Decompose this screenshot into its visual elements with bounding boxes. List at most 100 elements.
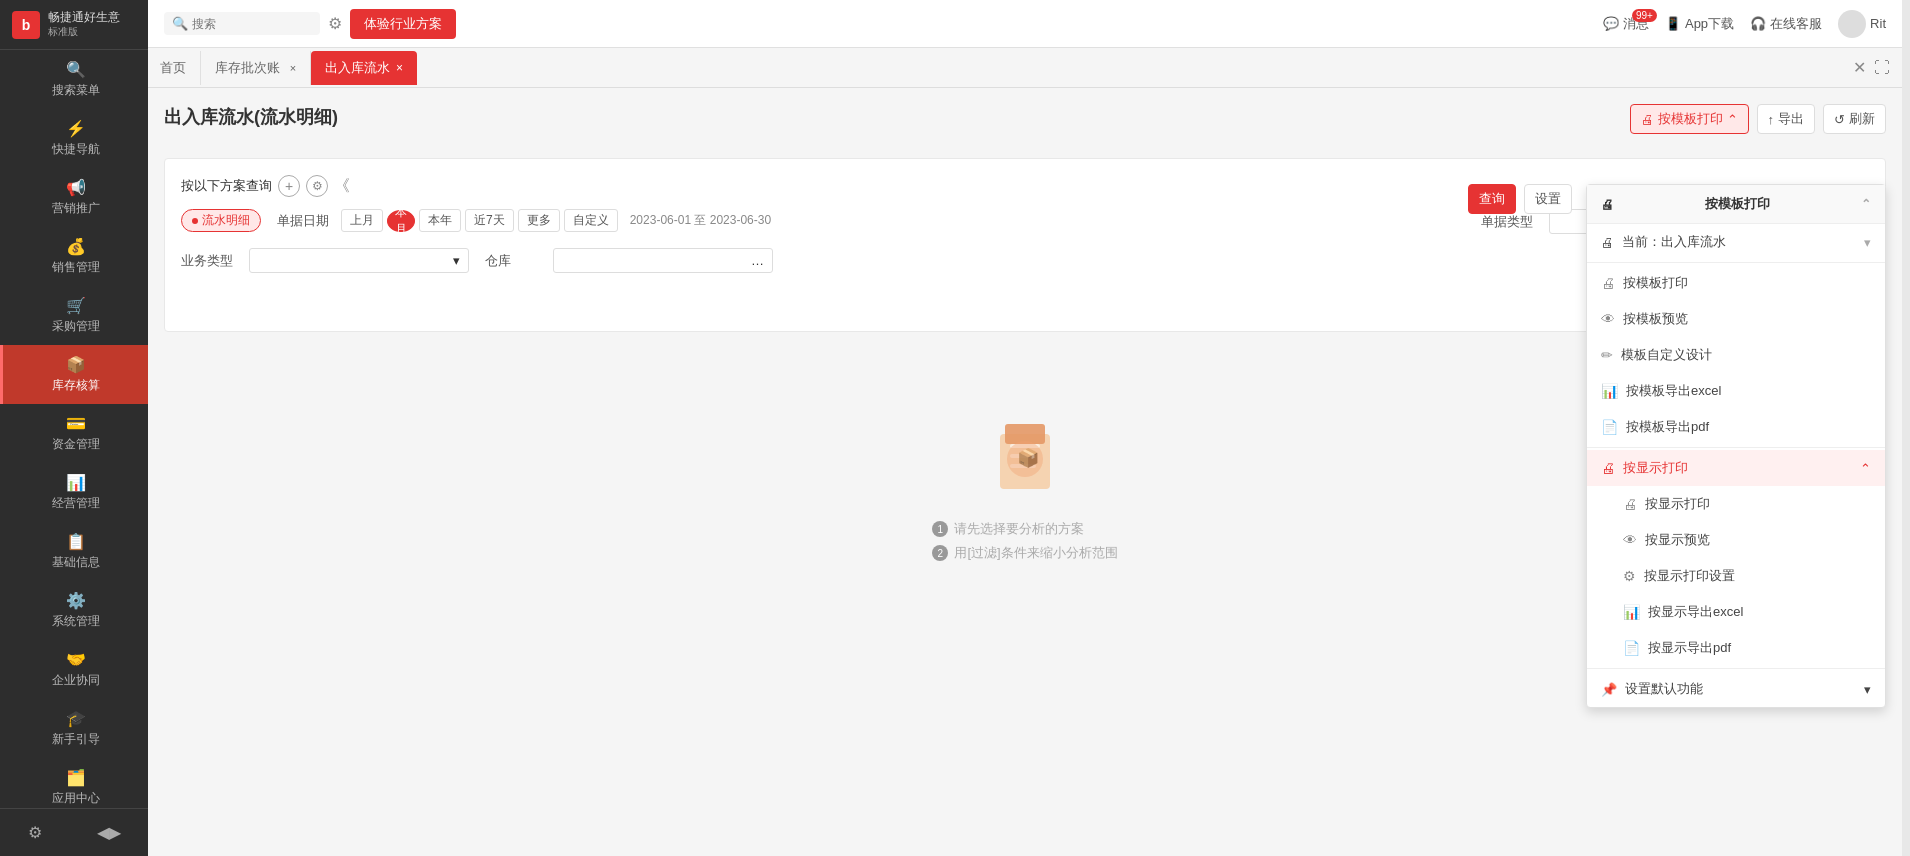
warehouse-more-icon: … bbox=[751, 253, 764, 268]
window-controls: ✕ ⛶ bbox=[1853, 58, 1890, 77]
sidebar-item-sales[interactable]: 💰 销售管理 bbox=[0, 227, 148, 286]
sidebar-bottom: ⚙ ◀▶ bbox=[0, 808, 148, 856]
sidebar-item-enterprise[interactable]: 🤝 企业协同 bbox=[0, 640, 148, 699]
step-2-text: 用[过滤]条件来缩小分析范围 bbox=[954, 544, 1117, 562]
svg-text:📦: 📦 bbox=[1017, 447, 1040, 469]
print-template-button[interactable]: 🖨 按模板打印 ⌃ bbox=[1630, 104, 1749, 134]
dropdown-current[interactable]: 🖨 当前：出入库流水 ▾ bbox=[1587, 224, 1885, 260]
header-search-box[interactable]: 🔍 bbox=[164, 12, 320, 35]
tab-flow-close[interactable]: × bbox=[396, 61, 403, 75]
template-preview-label: 按模板预览 bbox=[1623, 310, 1688, 328]
sidebar-item-system[interactable]: ⚙️ 系统管理 bbox=[0, 581, 148, 640]
filter-settings-button[interactable]: ⚙ bbox=[306, 175, 328, 197]
template-excel-label: 按模板导出excel bbox=[1626, 382, 1721, 400]
tab-flow[interactable]: 出入库流水 × bbox=[311, 51, 417, 85]
tab-batch-close[interactable]: × bbox=[290, 62, 296, 74]
system-icon: ⚙️ bbox=[66, 591, 86, 610]
filter-collapse-icon[interactable]: 《 bbox=[334, 176, 350, 197]
dropdown-template-preview[interactable]: 👁 按模板预览 bbox=[1587, 301, 1885, 337]
date-label: 单据日期 bbox=[277, 212, 337, 230]
divider-1 bbox=[1587, 262, 1885, 263]
display-section-header[interactable]: 🖨 按显示打印 ⌃ bbox=[1587, 450, 1885, 486]
empty-step-1: 1 请先选择要分析的方案 bbox=[932, 520, 1117, 538]
filter-query-label: 按以下方案查询 + ⚙ 《 bbox=[181, 175, 350, 197]
dropdown-current-label: 当前：出入库流水 bbox=[1622, 233, 1726, 251]
template-print-icon: 🖨 bbox=[1601, 275, 1615, 291]
dropdown-template-customize[interactable]: ✏ 模板自定义设计 bbox=[1587, 337, 1885, 373]
dropdown-title: 按模板打印 bbox=[1705, 195, 1770, 213]
date-7days[interactable]: 近7天 bbox=[465, 209, 514, 232]
dropdown-display-pdf[interactable]: 📄 按显示导出pdf bbox=[1587, 630, 1885, 666]
date-prev-month[interactable]: 上月 bbox=[341, 209, 383, 232]
brand-sub: 标准版 bbox=[48, 25, 120, 39]
right-scrollbar[interactable] bbox=[1902, 0, 1910, 856]
dropdown-template-excel[interactable]: 📊 按模板导出excel bbox=[1587, 373, 1885, 409]
message-badge[interactable]: 💬 消息 99+ bbox=[1603, 15, 1649, 33]
dropdown-default-setting[interactable]: 📌 设置默认功能 ▾ bbox=[1587, 671, 1885, 707]
step-2-number: 2 bbox=[932, 545, 948, 561]
sidebar-item-basic[interactable]: 📋 基础信息 bbox=[0, 522, 148, 581]
setting-arrow: ▾ bbox=[1864, 682, 1871, 697]
query-button[interactable]: 查询 bbox=[1468, 184, 1516, 214]
app-download[interactable]: 📱 App下载 bbox=[1665, 15, 1734, 33]
sidebar-item-label-system: 系统管理 bbox=[52, 613, 100, 630]
purchase-icon: 🛒 bbox=[66, 296, 86, 315]
sidebar-item-label-purchase: 采购管理 bbox=[52, 318, 100, 335]
dropdown-display-excel[interactable]: 📊 按显示导出excel bbox=[1587, 594, 1885, 630]
top-action-bar: 🖨 按模板打印 ⌃ ↑ 导出 ↺ 刷新 bbox=[1630, 104, 1887, 134]
business-type-label: 业务类型 bbox=[181, 252, 241, 270]
username-label: Rit bbox=[1870, 16, 1886, 31]
display-settings-label: 按显示打印设置 bbox=[1644, 567, 1735, 585]
close-window-icon[interactable]: ✕ bbox=[1853, 58, 1866, 77]
headset-icon: 🎧 bbox=[1750, 16, 1766, 31]
gear-icon[interactable]: ⚙ bbox=[328, 14, 342, 33]
dropdown-template-pdf[interactable]: 📄 按模板导出pdf bbox=[1587, 409, 1885, 445]
business-type-select[interactable]: ▾ bbox=[249, 248, 469, 273]
dropdown-display-settings[interactable]: ⚙ 按显示打印设置 bbox=[1587, 558, 1885, 594]
sidebar-item-appstore[interactable]: 🗂️ 应用中心 bbox=[0, 758, 148, 808]
sidebar-item-operation[interactable]: 📊 经营管理 bbox=[0, 463, 148, 522]
settings-bottom-icon[interactable]: ⚙ bbox=[24, 819, 46, 846]
date-current-month[interactable]: 本月 bbox=[387, 210, 415, 232]
warehouse-select[interactable]: … bbox=[553, 248, 773, 273]
template-print-label: 按模板打印 bbox=[1623, 274, 1688, 292]
current-arrow: ▾ bbox=[1864, 235, 1871, 250]
settings-button[interactable]: 设置 bbox=[1524, 184, 1572, 214]
sidebar-item-shortcut[interactable]: ⚡ 快捷导航 bbox=[0, 109, 148, 168]
dropdown-display-preview[interactable]: 👁 按显示预览 bbox=[1587, 522, 1885, 558]
filter-add-button[interactable]: + bbox=[278, 175, 300, 197]
export-button[interactable]: ↑ 导出 bbox=[1757, 104, 1816, 134]
sidebar-item-search[interactable]: 🔍 搜索菜单 bbox=[0, 50, 148, 109]
date-custom[interactable]: 自定义 bbox=[564, 209, 618, 232]
chevron-up-icon: ⌃ bbox=[1727, 112, 1738, 127]
user-menu[interactable]: Rit bbox=[1838, 10, 1886, 38]
sidebar-item-marketing[interactable]: 📢 营销推广 bbox=[0, 168, 148, 227]
search-input[interactable] bbox=[192, 17, 312, 31]
warehouse-label: 仓库 bbox=[485, 252, 545, 270]
maximize-window-icon[interactable]: ⛶ bbox=[1874, 59, 1890, 77]
collapse-icon[interactable]: ◀▶ bbox=[93, 819, 125, 846]
display-print-label: 按显示打印 bbox=[1645, 495, 1710, 513]
date-range-display: 2023-06-01 至 2023-06-30 bbox=[630, 212, 771, 229]
date-more[interactable]: 更多 bbox=[518, 209, 560, 232]
sidebar-item-inventory[interactable]: 📦 库存核算 bbox=[0, 345, 148, 404]
sidebar-item-purchase[interactable]: 🛒 采购管理 bbox=[0, 286, 148, 345]
display-preview-icon: 👁 bbox=[1623, 532, 1637, 548]
basic-icon: 📋 bbox=[66, 532, 86, 551]
dropdown-template-print[interactable]: 🖨 按模板打印 bbox=[1587, 265, 1885, 301]
tab-home[interactable]: 首页 bbox=[160, 51, 201, 85]
trial-button[interactable]: 体验行业方案 bbox=[350, 9, 456, 39]
print-dropdown-panel: 🖨 按模板打印 ⌃ 🖨 当前：出入库流水 ▾ 🖨 按模板打印 👁 按模板预览 bbox=[1586, 184, 1886, 708]
query-action-area: 查询 设置 bbox=[1468, 184, 1572, 214]
sidebar-item-guide[interactable]: 🎓 新手引导 bbox=[0, 699, 148, 758]
sidebar-item-label-guide: 新手引导 bbox=[52, 731, 100, 748]
sidebar-item-finance[interactable]: 💳 资金管理 bbox=[0, 404, 148, 463]
date-this-year[interactable]: 本年 bbox=[419, 209, 461, 232]
tab-flow-label: 出入库流水 bbox=[325, 59, 390, 77]
tab-batch[interactable]: 库存批次账 × bbox=[201, 51, 311, 85]
dropdown-display-print[interactable]: 🖨 按显示打印 bbox=[1587, 486, 1885, 522]
online-service[interactable]: 🎧 在线客服 bbox=[1750, 15, 1822, 33]
app-download-label: App下载 bbox=[1685, 15, 1734, 33]
refresh-button[interactable]: ↺ 刷新 bbox=[1823, 104, 1886, 134]
type-label: 单据类型 bbox=[1481, 213, 1541, 231]
